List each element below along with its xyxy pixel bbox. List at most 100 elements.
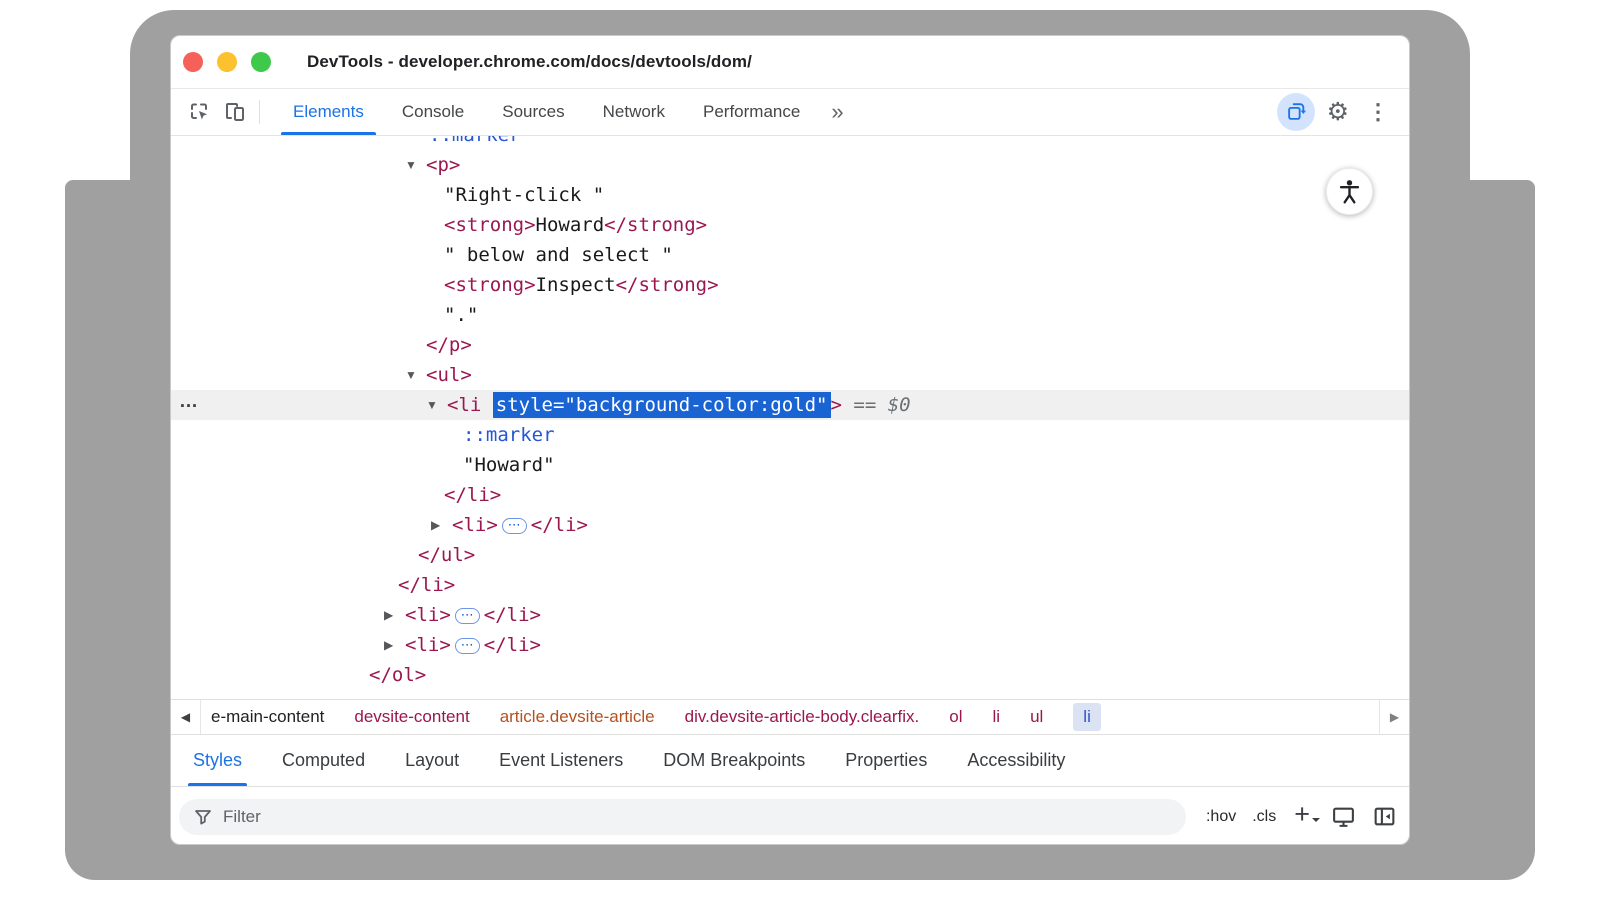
pane-tab-event-listeners[interactable]: Event Listeners xyxy=(479,735,643,786)
pane-tab-dom-breakpoints[interactable]: DOM Breakpoints xyxy=(643,735,825,786)
accessibility-button[interactable] xyxy=(1326,168,1373,215)
code-tag: <li> xyxy=(452,514,498,536)
dom-tree-line[interactable]: ::marker xyxy=(171,136,1409,150)
element-state-button[interactable]: :hov xyxy=(1206,808,1236,826)
breadcrumb-item-li[interactable]: li xyxy=(993,707,1001,727)
new-style-rule-button[interactable]: + xyxy=(1292,801,1315,832)
code-tag: </li> xyxy=(484,604,541,626)
pane-tab-properties[interactable]: Properties xyxy=(825,735,947,786)
pane-tab-layout[interactable]: Layout xyxy=(385,735,479,786)
zoom-button[interactable] xyxy=(251,52,271,72)
styles-filter-bar: :hov .cls + xyxy=(171,786,1409,845)
breadcrumb-item-e-main-content[interactable]: e-main-content xyxy=(211,707,324,727)
inspect-element-icon[interactable] xyxy=(181,94,217,130)
dom-tree-line[interactable]: ▼<ul> xyxy=(171,360,1409,390)
dom-tree-line[interactable]: "Howard" xyxy=(171,450,1409,480)
dom-tree-line[interactable]: </li> xyxy=(171,570,1409,600)
code-tag: </ul> xyxy=(418,544,475,566)
pane-tab-computed[interactable]: Computed xyxy=(262,735,385,786)
toggle-sidebar-icon[interactable] xyxy=(1372,804,1397,829)
ellipsis-expand-button[interactable]: ⋯ xyxy=(455,638,480,654)
row-menu-dots-icon[interactable]: … xyxy=(179,387,199,417)
tab-elements[interactable]: Elements xyxy=(274,89,383,135)
dom-tree-line[interactable]: </ol> xyxy=(171,660,1409,690)
dom-tree-line[interactable]: ▶<li>⋯</li> xyxy=(171,510,1409,540)
ellipsis-expand-button[interactable]: ⋯ xyxy=(455,608,480,624)
code-tag: </strong> xyxy=(604,214,707,236)
more-tabs-button[interactable]: » xyxy=(819,99,855,125)
code-text: "." xyxy=(444,304,478,326)
devtools-window: DevTools - developer.chrome.com/docs/dev… xyxy=(170,35,1410,845)
code-tag: > xyxy=(831,394,842,416)
dom-tree-line[interactable]: <strong>Inspect</strong> xyxy=(171,270,1409,300)
dom-tree-line[interactable]: <strong>Howard</strong> xyxy=(171,210,1409,240)
settings-gear-icon[interactable]: ⚙ xyxy=(1327,100,1349,125)
screen-rotation-icon[interactable] xyxy=(1277,93,1315,131)
tab-console[interactable]: Console xyxy=(383,89,483,135)
code-text: "Right-click " xyxy=(444,184,604,206)
breadcrumb-item-li[interactable]: li xyxy=(1073,703,1101,731)
breadcrumb-scroll-left-icon[interactable]: ◀ xyxy=(171,700,201,734)
dom-tree-line[interactable]: " below and select " xyxy=(171,240,1409,270)
dom-tree-line[interactable]: </ul> xyxy=(171,540,1409,570)
toolbar-right: ⚙ ⋮ xyxy=(1277,93,1399,131)
twisty-open-icon[interactable]: ▼ xyxy=(405,360,426,390)
pseudo-element-marker: ::marker xyxy=(429,136,521,146)
breadcrumb-bar: ◀ e-main-content devsite-content article.d… xyxy=(171,699,1409,734)
devtools-toolbar: ElementsConsoleSourcesNetworkPerformance… xyxy=(171,89,1409,136)
breadcrumb-item-div-devsite-article-body-clearfix-[interactable]: div.devsite-article-body.clearfix. xyxy=(685,707,920,727)
dom-tree-line[interactable]: ▶<li>⋯</li> xyxy=(171,630,1409,660)
pseudo-element-marker: ::marker xyxy=(463,424,555,446)
breadcrumb-item-article-devsite-article[interactable]: article.devsite-article xyxy=(500,707,655,727)
selected-style-attribute: style="background-color:gold" xyxy=(493,392,831,418)
code-tag: <li> xyxy=(405,634,451,656)
code-text: " below and select " xyxy=(444,244,673,266)
dom-tree: ::marker▼<p>"Right-click "<strong>Howard… xyxy=(171,136,1409,699)
pane-tab-styles[interactable]: Styles xyxy=(173,735,262,786)
dom-tree-line[interactable]: </li> xyxy=(171,480,1409,510)
dom-tree-line[interactable]: ::marker xyxy=(171,420,1409,450)
breadcrumb-item-devsite-content[interactable]: devsite-content xyxy=(354,707,469,727)
dom-tree-line[interactable]: </p> xyxy=(171,330,1409,360)
title-bar: DevTools - developer.chrome.com/docs/dev… xyxy=(171,36,1409,89)
code-tag: </li> xyxy=(444,484,501,506)
more-options-icon[interactable]: ⋮ xyxy=(1361,99,1395,125)
dom-tree-line[interactable]: ▼<p> xyxy=(171,150,1409,180)
code-text: Howard xyxy=(536,214,605,236)
minimize-button[interactable] xyxy=(217,52,237,72)
breadcrumb-item-ol[interactable]: ol xyxy=(949,707,962,727)
tab-sources[interactable]: Sources xyxy=(483,89,583,135)
toolbar-divider xyxy=(259,100,260,124)
dom-tree-line-selected[interactable]: …▼<li style="background-color:gold"> == … xyxy=(171,390,1409,420)
code-tag: </li> xyxy=(531,514,588,536)
breadcrumb-item-ul[interactable]: ul xyxy=(1030,707,1043,727)
window-title: DevTools - developer.chrome.com/docs/dev… xyxy=(307,52,752,72)
device-toolbar-icon[interactable] xyxy=(217,94,253,130)
pane-tab-accessibility[interactable]: Accessibility xyxy=(947,735,1085,786)
code-tag: <strong> xyxy=(444,274,536,296)
code-tag: </li> xyxy=(484,634,541,656)
dom-tree-line[interactable]: "." xyxy=(171,300,1409,330)
tab-performance[interactable]: Performance xyxy=(684,89,819,135)
twisty-closed-icon[interactable]: ▶ xyxy=(384,630,405,660)
twisty-open-icon[interactable]: ▼ xyxy=(426,390,447,420)
tab-network[interactable]: Network xyxy=(584,89,684,135)
code-tag: </p> xyxy=(426,334,472,356)
rendering-monitor-icon[interactable] xyxy=(1331,804,1356,829)
ellipsis-expand-button[interactable]: ⋯ xyxy=(502,518,527,534)
breadcrumb-scroll-right-icon[interactable]: ▶ xyxy=(1379,700,1409,734)
main-tabs: ElementsConsoleSourcesNetworkPerformance xyxy=(274,89,819,135)
element-class-button[interactable]: .cls xyxy=(1252,808,1276,826)
twisty-closed-icon[interactable]: ▶ xyxy=(431,510,452,540)
dom-tree-line[interactable]: ▶<li>⋯</li> xyxy=(171,600,1409,630)
dom-tree-line[interactable]: "Right-click " xyxy=(171,180,1409,210)
filter-funnel-icon xyxy=(193,807,213,827)
twisty-open-icon[interactable]: ▼ xyxy=(405,150,426,180)
twisty-closed-icon[interactable]: ▶ xyxy=(384,600,405,630)
breadcrumb-list: e-main-content devsite-content article.dev… xyxy=(201,700,1379,734)
code-tag: <p> xyxy=(426,154,460,176)
filter-input[interactable] xyxy=(223,807,1172,827)
filter-field[interactable] xyxy=(179,799,1186,835)
close-button[interactable] xyxy=(183,52,203,72)
accessibility-icon xyxy=(1336,178,1363,205)
